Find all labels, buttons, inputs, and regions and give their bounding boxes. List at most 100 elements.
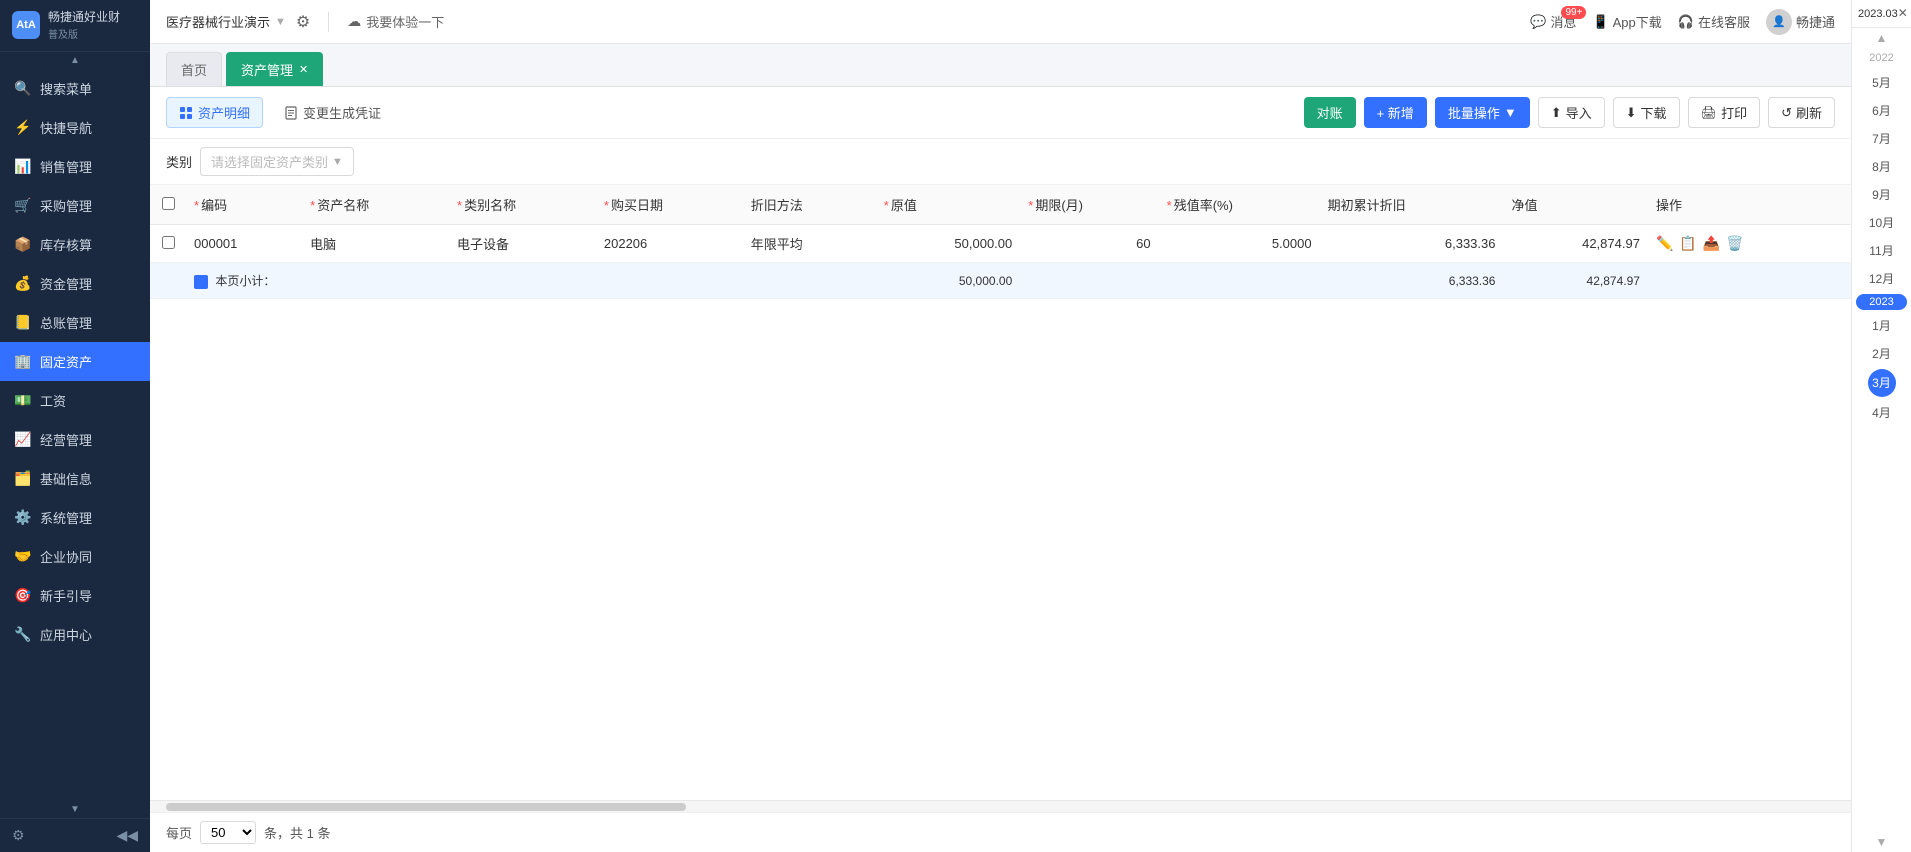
sidebar-item-purchase[interactable]: 🛒 采购管理 [0, 186, 150, 225]
panel-scroll-up[interactable]: ▲ [1852, 28, 1911, 48]
edit-icon[interactable]: ✏️ [1656, 235, 1673, 252]
sidebar-nav: 🔍 搜索菜单 ⚡ 快捷导航 📊 销售管理 🛒 采购管理 📦 库存核算 💰 资金管… [0, 69, 150, 801]
headset-icon: 🎧 [1678, 14, 1694, 30]
sidebar-item-label: 新手引导 [40, 586, 92, 605]
category-label: 类别 [166, 152, 192, 171]
month-12[interactable]: 12月 [1856, 265, 1907, 292]
subtotal-label: 本页小计： [215, 274, 275, 288]
download-icon: ⬇ [1626, 105, 1637, 121]
sidebar-item-baseinfo[interactable]: 🗂️ 基础信息 [0, 459, 150, 498]
tabbar: 首页 资产管理 ✕ [150, 44, 1851, 87]
app-edition: 普及版 [48, 26, 120, 41]
share-icon[interactable]: 📤 [1703, 235, 1720, 252]
close-panel-icon[interactable]: ✕ [1898, 6, 1908, 21]
refresh-btn[interactable]: ↺ 刷新 [1768, 97, 1835, 128]
month-4-2023[interactable]: 4月 [1856, 399, 1907, 426]
sidebar-item-sysadmin[interactable]: ⚙️ 系统管理 [0, 498, 150, 537]
company-selector[interactable]: 医疗器械行业演示 ▼ [166, 12, 286, 31]
sidebar-item-quicknav[interactable]: ⚡ 快捷导航 [0, 108, 150, 147]
category-select[interactable]: 请选择固定资产类别 ▼ [200, 147, 354, 176]
tab-home[interactable]: 首页 [166, 52, 222, 86]
app-download-btn[interactable]: 📱 App下载 [1592, 12, 1661, 31]
copy-icon[interactable]: 📋 [1679, 235, 1696, 252]
cell-residual-rate: 5.0000 [1159, 225, 1320, 263]
right-panel-icons: ✕ ⤢ [1898, 6, 1911, 21]
row-checkbox[interactable] [162, 236, 175, 249]
horizontal-scrollbar[interactable] [150, 800, 1851, 812]
sidebar-item-collab[interactable]: 🤝 企业协同 [0, 537, 150, 576]
messages-btn[interactable]: 💬 消息 99+ [1530, 12, 1576, 31]
content-toolbar: 资产明细 变更生成凭证 对账 + 新增 [150, 87, 1851, 139]
tab-close-icon[interactable]: ✕ [299, 63, 308, 76]
sidebar-item-inventory[interactable]: 📦 库存核算 [0, 225, 150, 264]
subtotal-net-value: 42,874.97 [1503, 263, 1647, 299]
reconcile-label: 对账 [1317, 103, 1343, 122]
batch-btn[interactable]: 批量操作 ▼ [1435, 97, 1530, 128]
new-btn[interactable]: + 新增 [1364, 97, 1427, 128]
subtab-voucher[interactable]: 变更生成凭证 [271, 97, 394, 128]
sidebar-item-label: 固定资产 [40, 352, 92, 371]
select-all-checkbox[interactable] [162, 197, 175, 210]
refresh-icon: ↺ [1781, 105, 1792, 121]
right-panel-title: 2023.03 [1858, 8, 1898, 20]
sidebar-item-fund[interactable]: 💰 资金管理 [0, 264, 150, 303]
sidebar-item-guide[interactable]: 🎯 新手引导 [0, 576, 150, 615]
sidebar-item-ledger[interactable]: 📒 总账管理 [0, 303, 150, 342]
cell-name: 电脑 [302, 225, 449, 263]
new-label: + 新增 [1377, 103, 1414, 122]
panel-scroll-down[interactable]: ▼ [1852, 832, 1911, 852]
settings-icon[interactable]: ⚙ [12, 827, 25, 844]
per-page-label: 每页 [166, 823, 192, 842]
month-5[interactable]: 5月 [1856, 69, 1907, 96]
sidebar-item-salary[interactable]: 💵 工资 [0, 381, 150, 420]
sidebar-item-management[interactable]: 📈 经营管理 [0, 420, 150, 459]
download-btn[interactable]: ⬇ 下载 [1613, 97, 1680, 128]
online-service-btn[interactable]: 🎧 在线客服 [1678, 12, 1750, 31]
subtab-voucher-label: 变更生成凭证 [303, 103, 381, 122]
sidebar-bottom: ⚙ ◀◀ [0, 818, 150, 852]
import-btn[interactable]: ⬆ 导入 [1538, 97, 1605, 128]
tab-asset-management[interactable]: 资产管理 ✕ [226, 52, 323, 86]
print-icon: 🖨 [1701, 105, 1718, 121]
subtab-asset-detail[interactable]: 资产明细 [166, 97, 263, 128]
table-footer: 每页 50 100 200 条，共 1 条 [150, 812, 1851, 852]
month-7[interactable]: 7月 [1856, 125, 1907, 152]
experience-btn[interactable]: ☁ 我要体验一下 [347, 12, 444, 31]
delete-icon[interactable]: 🗑️ [1726, 235, 1743, 252]
topbar-settings-icon[interactable]: ⚙ [296, 12, 310, 32]
month-11[interactable]: 11月 [1856, 237, 1907, 264]
assets-table: *编码 *资产名称 *类别名称 *购买日期 折旧方法 *原值 *期限(月) *残… [150, 185, 1851, 299]
col-original-value: *原值 [876, 185, 1020, 225]
collapse-icon[interactable]: ◀◀ [116, 827, 138, 844]
scrollbar-thumb[interactable] [166, 803, 686, 811]
month-6[interactable]: 6月 [1856, 97, 1907, 124]
online-service-label: 在线客服 [1698, 12, 1750, 31]
month-9[interactable]: 9月 [1856, 181, 1907, 208]
table-wrap: *编码 *资产名称 *类别名称 *购买日期 折旧方法 *原值 *期限(月) *残… [150, 185, 1851, 800]
month-2-2023[interactable]: 2月 [1856, 340, 1907, 367]
month-10[interactable]: 10月 [1856, 209, 1907, 236]
month-8[interactable]: 8月 [1856, 153, 1907, 180]
sidebar-scroll-down[interactable]: ▼ [0, 801, 150, 818]
col-period: *期限(月) [1020, 185, 1158, 225]
col-actions: 操作 [1648, 185, 1851, 225]
sales-icon: 📊 [14, 157, 32, 175]
sidebar-item-search[interactable]: 🔍 搜索菜单 [0, 69, 150, 108]
subtotal-label-cell: 本页小计： [186, 263, 876, 299]
sidebar-item-appcenter[interactable]: 🔧 应用中心 [0, 615, 150, 654]
subtotal-original-value: 50,000.00 [876, 263, 1020, 299]
sidebar-item-assets[interactable]: 🏢 固定资产 [0, 342, 150, 381]
month-1-2023[interactable]: 1月 [1856, 312, 1907, 339]
content: 资产明细 变更生成凭证 对账 + 新增 [150, 87, 1851, 852]
messages-badge: 99+ [1561, 6, 1586, 19]
per-page-select[interactable]: 50 100 200 [200, 821, 256, 844]
print-btn[interactable]: 🖨 打印 [1688, 97, 1761, 128]
month-3-2023[interactable]: 3月 [1868, 369, 1896, 397]
sidebar-item-sales[interactable]: 📊 销售管理 [0, 147, 150, 186]
sidebar-scroll-up[interactable]: ▲ [0, 52, 150, 69]
reconcile-btn[interactable]: 对账 [1304, 97, 1356, 128]
col-name: *资产名称 [302, 185, 449, 225]
user-menu[interactable]: 👤 畅捷通 [1766, 9, 1835, 35]
toolbar-right: 对账 + 新增 批量操作 ▼ ⬆ 导入 ⬇ 下载 🖨 [1304, 97, 1835, 128]
col-cumulative-dep: 期初累计折旧 [1320, 185, 1504, 225]
